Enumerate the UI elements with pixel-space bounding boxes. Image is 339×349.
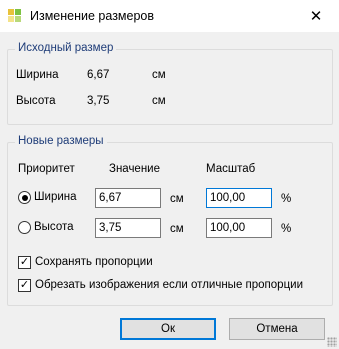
scale-header: Масштаб [206,163,256,175]
keep-proportions-checkbox[interactable]: ✓ [18,256,31,269]
close-button[interactable]: ✕ [293,0,339,32]
original-height-value: 3,75 [87,95,110,107]
keep-proportions-label[interactable]: Сохранять пропорции [35,256,153,268]
priority-width-label[interactable]: Ширина [34,191,77,203]
priority-height-label[interactable]: Высота [34,221,74,233]
original-width-unit: см [152,69,166,81]
title-bar: Изменение размеров ✕ [0,0,339,32]
original-width-value: 6,67 [87,69,110,81]
ok-button-label: Ок [161,323,175,335]
original-height-unit: см [152,95,166,107]
original-size-label: Исходный размер [15,42,117,54]
ok-button[interactable]: Ок [120,318,216,340]
original-size-group: Исходный размер [7,42,333,125]
height-scale-input[interactable] [206,218,272,238]
new-width-input[interactable] [95,188,161,208]
priority-header: Приоритет [18,163,75,175]
width-scale-input[interactable] [206,188,272,208]
crop-images-checkbox[interactable]: ✓ [18,279,31,292]
cancel-button[interactable]: Отмена [229,318,325,340]
close-icon: ✕ [309,8,323,25]
priority-height-radio[interactable] [18,221,31,234]
original-height-label: Высота [16,95,56,107]
priority-width-radio[interactable] [18,191,31,204]
new-height-input[interactable] [95,218,161,238]
crop-images-label[interactable]: Обрезать изображения если отличные пропо… [35,279,303,291]
resize-grip[interactable] [327,337,337,347]
new-width-unit: см [170,193,184,205]
value-header: Значение [109,163,160,175]
cancel-button-label: Отмена [256,323,298,335]
window-title: Изменение размеров [30,9,155,23]
app-icon [8,9,22,23]
height-scale-pct: % [281,223,292,235]
new-height-unit: см [170,223,184,235]
original-width-label: Ширина [16,69,59,81]
width-scale-pct: % [281,193,292,205]
new-size-label: Новые размеры [15,135,107,147]
